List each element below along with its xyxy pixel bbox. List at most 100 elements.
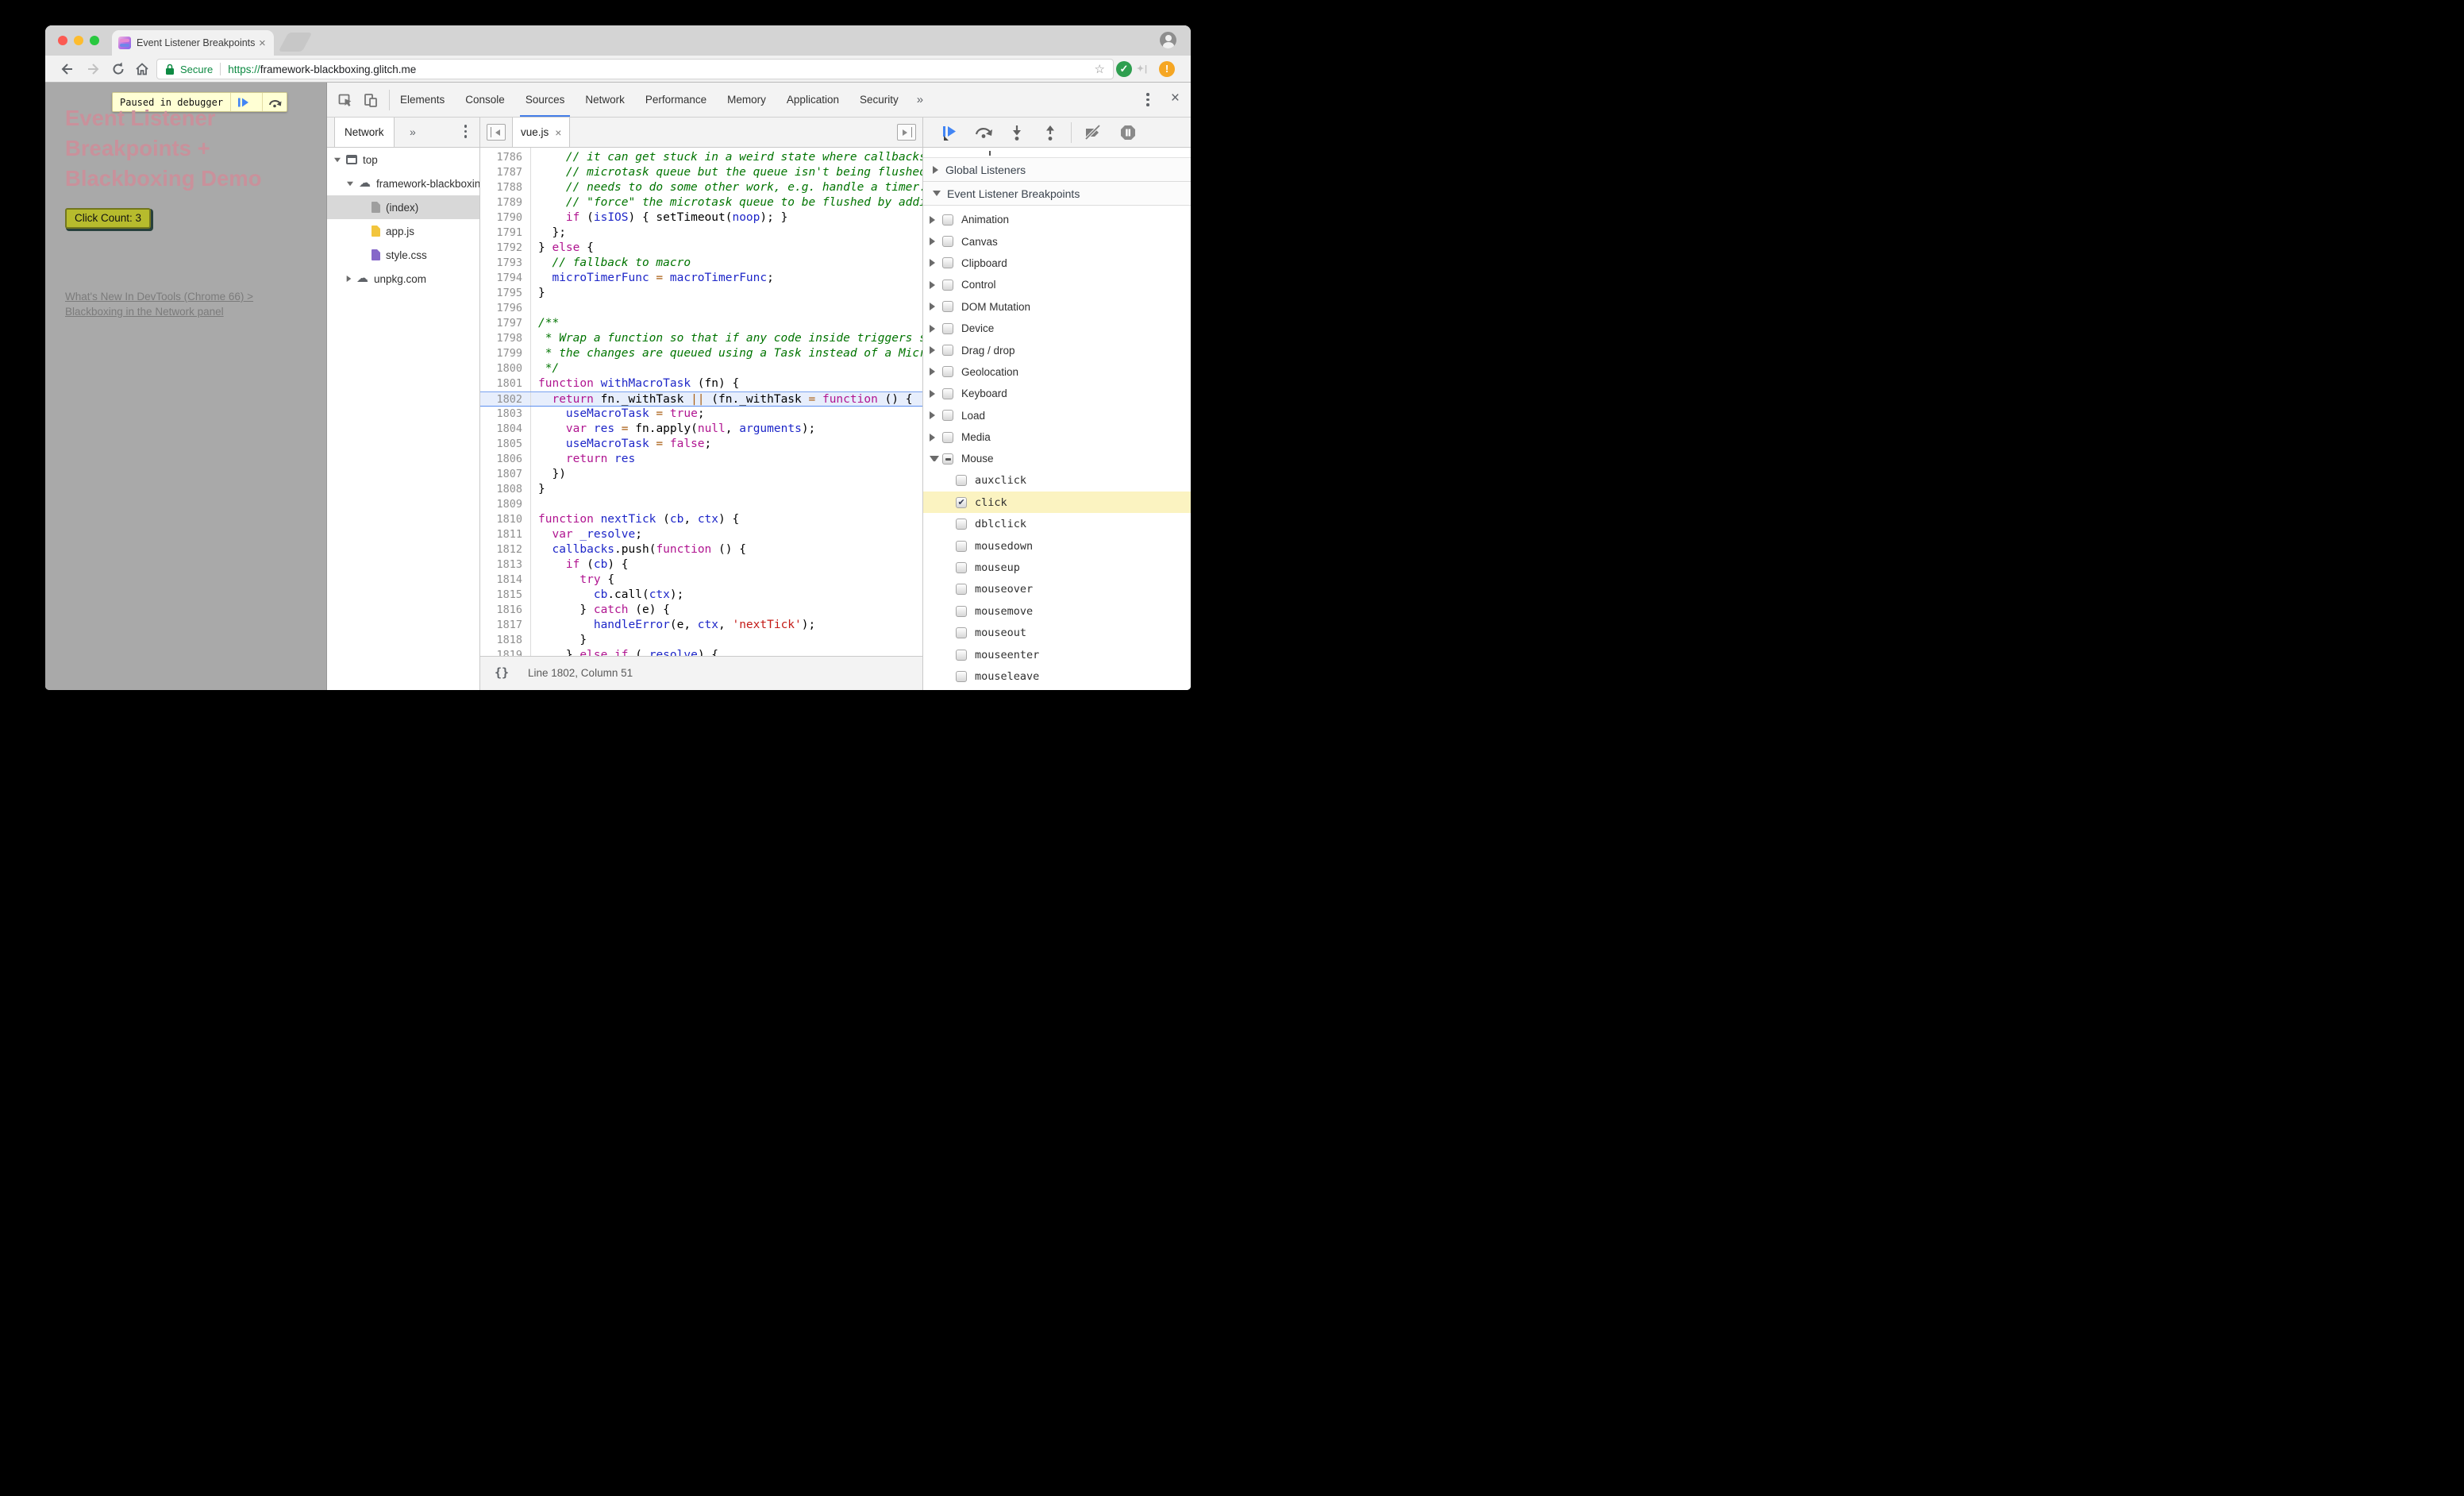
breakpoint-row-drag-drop[interactable]: Drag / drop <box>923 339 1191 361</box>
line-number-gutter[interactable]: 1811 <box>480 527 531 542</box>
line-number-gutter[interactable]: 1812 <box>480 542 531 557</box>
collapse-arrow-icon[interactable] <box>930 368 939 376</box>
line-number-gutter[interactable]: 1802 <box>480 392 531 406</box>
navigator-tab-network[interactable]: Network <box>334 118 395 147</box>
step-into-icon[interactable] <box>1007 124 1026 141</box>
collapse-arrow-icon[interactable] <box>930 433 939 441</box>
code-line-1819[interactable]: 1819 } else if (_resolve) { <box>480 648 922 656</box>
checkbox-keyboard[interactable] <box>942 387 953 399</box>
checkbox-mouseout[interactable] <box>956 627 967 639</box>
breakpoint-row-device[interactable]: Device <box>923 318 1191 339</box>
expand-arrow-icon[interactable] <box>933 191 941 196</box>
line-number-gutter[interactable]: 1809 <box>480 497 531 512</box>
inspect-element-icon[interactable] <box>338 93 352 107</box>
line-number-gutter[interactable]: 1787 <box>480 165 531 180</box>
breakpoint-row-canvas[interactable]: Canvas <box>923 230 1191 252</box>
code-line-1790[interactable]: 1790 if (isIOS) { setTimeout(noop); } <box>480 210 922 226</box>
code-line-text[interactable]: // "force" the microtask queue to be flu… <box>531 195 922 210</box>
bookmark-star-icon[interactable]: ☆ <box>1095 62 1105 76</box>
collapse-arrow-icon[interactable] <box>930 280 939 289</box>
code-line-text[interactable]: useMacroTask = true; <box>531 407 922 422</box>
collapse-arrow-icon[interactable] <box>930 303 939 311</box>
code-line-1787[interactable]: 1787 // microtask queue but the queue is… <box>480 165 922 180</box>
tree-item-unpkg-com[interactable]: ☁ unpkg.com <box>327 267 479 291</box>
editor-tab-close-icon[interactable]: × <box>555 126 561 139</box>
expand-arrow-icon[interactable] <box>347 181 353 186</box>
step-over-icon[interactable] <box>974 124 993 141</box>
devtools-menu-icon[interactable] <box>1146 93 1149 109</box>
code-line-1803[interactable]: 1803 useMacroTask = true; <box>480 407 922 422</box>
navigator-menu-icon[interactable] <box>464 125 467 141</box>
line-number-gutter[interactable]: 1817 <box>480 618 531 633</box>
code-line-text[interactable]: return fn._withTask || (fn._withTask = f… <box>531 392 922 406</box>
device-toolbar-icon[interactable] <box>364 93 378 107</box>
code-line-1818[interactable]: 1818 } <box>480 633 922 648</box>
code-line-1805[interactable]: 1805 useMacroTask = false; <box>480 437 922 452</box>
code-line-1816[interactable]: 1816 } catch (e) { <box>480 603 922 618</box>
extension-alert-icon[interactable]: ! <box>1159 61 1175 77</box>
code-line-text[interactable]: var _resolve; <box>531 527 922 542</box>
devtools-tab-security[interactable]: Security <box>849 83 909 117</box>
window-close-button[interactable] <box>58 36 67 45</box>
code-line-1815[interactable]: 1815 cb.call(ctx); <box>480 588 922 603</box>
line-number-gutter[interactable]: 1814 <box>480 573 531 588</box>
code-line-text[interactable]: } catch (e) { <box>531 603 922 618</box>
line-number-gutter[interactable]: 1818 <box>480 633 531 648</box>
extension-dim-icons[interactable]: ✦| <box>1132 61 1153 77</box>
code-line-1788[interactable]: 1788 // needs to do some other work, e.g… <box>480 180 922 195</box>
breakpoint-row-control[interactable]: Control <box>923 274 1191 295</box>
checkbox-mouse[interactable] <box>942 453 953 465</box>
devtools-tab-elements[interactable]: Elements <box>390 83 455 117</box>
section-global-listeners[interactable]: Global Listeners <box>923 158 1191 182</box>
tab-close-icon[interactable]: × <box>259 37 266 50</box>
forward-icon[interactable] <box>85 61 101 77</box>
devtools-tab-sources[interactable]: Sources <box>515 83 576 117</box>
breakpoint-row-dblclick[interactable]: dblclick <box>923 513 1191 534</box>
checkbox-device[interactable] <box>942 322 953 334</box>
code-line-text[interactable]: }) <box>531 467 922 482</box>
code-line-text[interactable]: // fallback to macro <box>531 256 922 271</box>
code-line-1806[interactable]: 1806 return res <box>480 452 922 467</box>
checkbox-animation[interactable] <box>942 214 953 226</box>
line-number-gutter[interactable]: 1816 <box>480 603 531 618</box>
devtools-tab-console[interactable]: Console <box>455 83 515 117</box>
code-line-text[interactable]: */ <box>531 361 922 376</box>
code-line-1791[interactable]: 1791 }; <box>480 226 922 241</box>
breakpoint-row-mouseout[interactable]: mouseout <box>923 622 1191 643</box>
code-line-1804[interactable]: 1804 var res = fn.apply(null, arguments)… <box>480 422 922 437</box>
code-line-text[interactable]: } <box>531 633 922 648</box>
collapse-arrow-icon[interactable] <box>930 215 939 224</box>
code-editor[interactable]: 1785 // in problematic UIWebViews, Promi… <box>480 148 923 656</box>
breakpoint-row-dom-mutation[interactable]: DOM Mutation <box>923 296 1191 318</box>
line-number-gutter[interactable]: 1810 <box>480 512 531 527</box>
collapse-arrow-icon[interactable] <box>346 276 352 282</box>
code-line-text[interactable]: } else { <box>531 241 922 256</box>
reload-icon[interactable] <box>110 61 126 77</box>
code-line-text[interactable]: // needs to do some other work, e.g. han… <box>531 180 922 195</box>
breakpoint-row-mouse[interactable]: Mouse <box>923 448 1191 469</box>
code-line-1810[interactable]: 1810 function nextTick (cb, ctx) { <box>480 512 922 527</box>
line-number-gutter[interactable]: 1795 <box>480 286 531 301</box>
collapse-arrow-icon[interactable] <box>930 411 939 420</box>
code-line-1817[interactable]: 1817 handleError(e, ctx, 'nextTick'); <box>480 618 922 633</box>
code-line-1809[interactable]: 1809 <box>480 497 922 512</box>
tree-item-app-js[interactable]: app.js <box>327 219 479 243</box>
checkbox-geolocation[interactable] <box>942 366 953 378</box>
checkbox-mouseover[interactable] <box>956 584 967 596</box>
checkbox-load[interactable] <box>942 410 953 422</box>
code-line-1786[interactable]: 1786 // it can get stuck in a weird stat… <box>480 150 922 165</box>
home-icon[interactable] <box>134 61 150 77</box>
collapse-arrow-icon[interactable] <box>930 346 939 355</box>
profile-avatar-icon[interactable] <box>1160 32 1176 48</box>
back-icon[interactable] <box>60 61 75 77</box>
code-line-text[interactable]: function nextTick (cb, ctx) { <box>531 512 922 527</box>
line-number-gutter[interactable]: 1807 <box>480 467 531 482</box>
code-line-1792[interactable]: 1792} else { <box>480 241 922 256</box>
code-line-text[interactable]: // it can get stuck in a weird state whe… <box>531 150 922 165</box>
code-line-1793[interactable]: 1793 // fallback to macro <box>480 256 922 271</box>
code-line-1800[interactable]: 1800 */ <box>480 361 922 376</box>
show-debugger-button[interactable] <box>897 124 916 141</box>
code-line-1813[interactable]: 1813 if (cb) { <box>480 557 922 573</box>
line-number-gutter[interactable]: 1799 <box>480 346 531 361</box>
code-line-text[interactable]: if (cb) { <box>531 557 922 573</box>
